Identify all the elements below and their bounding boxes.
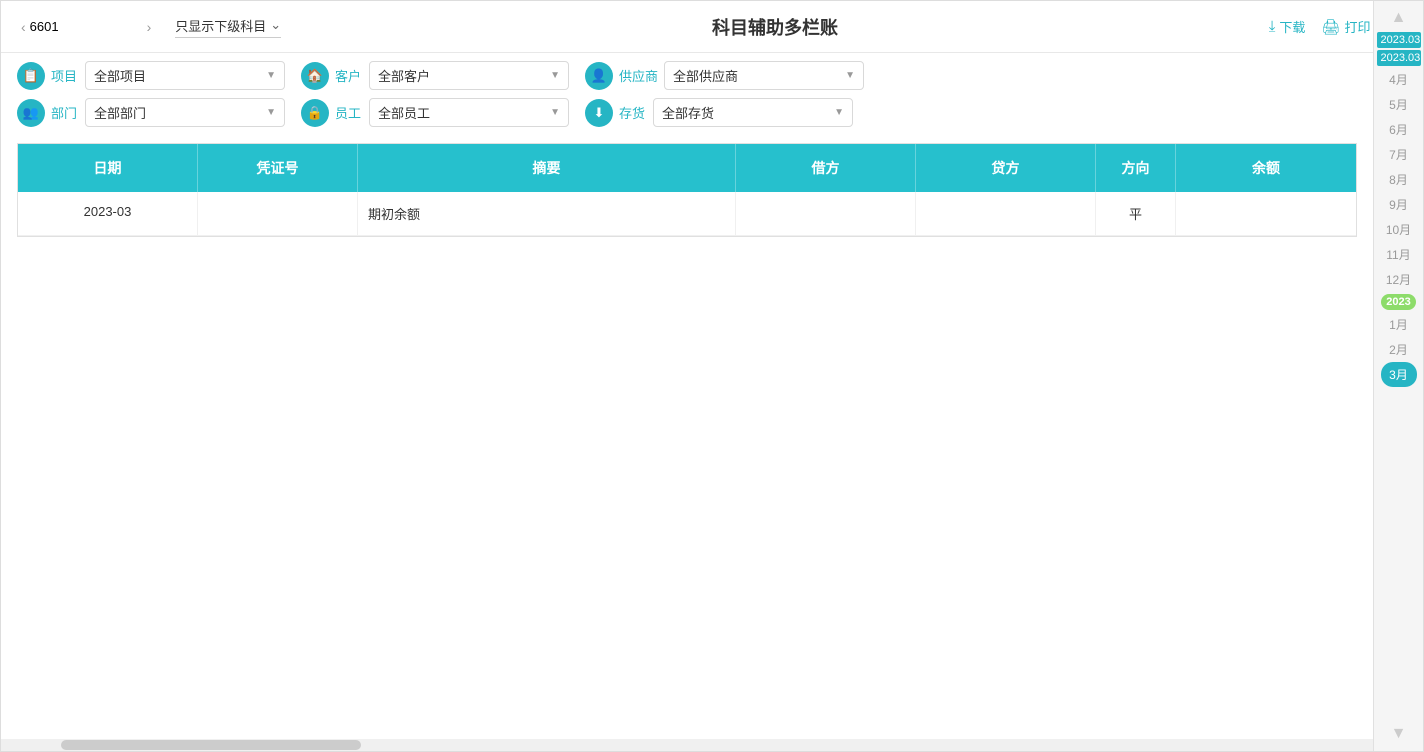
prev-account-btn[interactable]: ‹	[17, 17, 30, 37]
supplier-value: 全部供应商	[673, 66, 738, 85]
employee-label: 员工	[335, 103, 363, 122]
customer-icon: 🏠	[301, 62, 329, 90]
cell-credit	[916, 192, 1096, 235]
timeline-month-12[interactable]: 12月	[1374, 267, 1423, 292]
col-date: 日期	[18, 144, 198, 192]
department-select[interactable]: 全部部门 ▼	[85, 98, 285, 127]
supplier-label: 供应商	[619, 66, 658, 85]
col-voucher: 凭证号	[198, 144, 358, 192]
inventory-filter-item: ⬇ 存货 全部存货 ▼	[585, 98, 853, 127]
employee-filter-item: 🔒 员工 全部员工 ▼	[301, 98, 569, 127]
department-value: 全部部门	[94, 103, 146, 122]
timeline-month-9[interactable]: 9月	[1374, 192, 1423, 217]
cell-direction: 平	[1096, 192, 1176, 235]
timeline-month-3[interactable]: 3月	[1381, 362, 1417, 387]
print-label: 打印	[1344, 17, 1370, 36]
filter-row-1: 📋 项目 全部项目 ▼ 🏠 客户 全部客户 ▼ 👤 供应商	[17, 61, 1407, 90]
next-account-btn[interactable]: ›	[143, 17, 156, 37]
account-code: 6601 销售费用	[30, 19, 143, 35]
show-sub-accounts-dropdown[interactable]: 只显示下级科目 ⌄	[175, 16, 281, 38]
table-body: 2023-03 期初余额 平	[18, 192, 1356, 236]
inventory-label: 存货	[619, 103, 647, 122]
horizontal-scrollbar[interactable]	[1, 739, 1373, 751]
timeline-sidebar: ▲ 2023.03 2023.03 4月 5月 6月 7月 8月 9月 10月 …	[1373, 1, 1423, 751]
filters-wrapper: 📋 项目 全部项目 ▼ 🏠 客户 全部客户 ▼ 👤 供应商	[1, 53, 1423, 143]
col-direction: 方向	[1096, 144, 1176, 192]
customer-select[interactable]: 全部客户 ▼	[369, 61, 569, 90]
timeline-to: 2023.03	[1377, 50, 1421, 66]
table-row: 2023-03 期初余额 平	[18, 192, 1356, 236]
download-label: 下载	[1279, 17, 1305, 36]
timeline-scroll-up[interactable]: ▲	[1387, 5, 1411, 31]
main-window: ‹ 6601 销售费用 › 只显示下级科目 ⌄ 科目辅助多栏账 ⤓ 下载 🖨 打…	[0, 0, 1424, 752]
timeline-month-11[interactable]: 11月	[1374, 242, 1423, 267]
cell-voucher	[198, 192, 358, 235]
department-icon: 👥	[17, 99, 45, 127]
print-icon: 🖨	[1321, 18, 1340, 36]
timeline-month-1[interactable]: 1月	[1374, 312, 1423, 337]
timeline-month-8[interactable]: 8月	[1374, 167, 1423, 192]
timeline-month-4[interactable]: 4月	[1374, 67, 1423, 92]
account-code-text: 6601	[30, 19, 59, 34]
customer-label: 客户	[335, 66, 363, 85]
col-balance: 余额	[1176, 144, 1356, 192]
col-debit: 借方	[736, 144, 916, 192]
project-filter-item: 📋 项目 全部项目 ▼	[17, 61, 285, 90]
cell-balance	[1176, 192, 1356, 235]
customer-arrow-icon: ▼	[550, 70, 560, 81]
col-summary: 摘要	[358, 144, 736, 192]
project-value: 全部项目	[94, 66, 146, 85]
cell-summary: 期初余额	[358, 192, 736, 235]
table-header: 日期 凭证号 摘要 借方 贷方 方向 余额	[18, 144, 1356, 192]
department-label: 部门	[51, 103, 79, 122]
employee-select[interactable]: 全部员工 ▼	[369, 98, 569, 127]
dropdown-arrow-icon: ⌄	[270, 17, 281, 33]
timeline-from: 2023.03	[1377, 32, 1421, 48]
print-btn[interactable]: 🖨 打印	[1321, 17, 1370, 36]
employee-value: 全部员工	[378, 103, 430, 122]
department-filter-item: 👥 部门 全部部门 ▼	[17, 98, 285, 127]
col-credit: 贷方	[916, 144, 1096, 192]
timeline-month-7[interactable]: 7月	[1374, 142, 1423, 167]
project-arrow-icon: ▼	[266, 70, 276, 81]
download-icon: ⤓	[1269, 18, 1276, 35]
timeline-year-badge: 2023	[1381, 294, 1415, 310]
page-title: 科目辅助多栏账	[281, 14, 1269, 40]
inventory-select[interactable]: 全部存货 ▼	[653, 98, 853, 127]
timeline-month-6[interactable]: 6月	[1374, 117, 1423, 142]
show-sub-accounts-label: 只显示下级科目	[175, 16, 266, 35]
timeline-month-2[interactable]: 2月	[1374, 337, 1423, 362]
project-select[interactable]: 全部项目 ▼	[85, 61, 285, 90]
supplier-arrow-icon: ▼	[845, 70, 855, 81]
scrollbar-thumb[interactable]	[61, 740, 361, 750]
filter-row-2: 👥 部门 全部部门 ▼ 🔒 员工 全部员工 ▼ ⬇ 存货	[17, 98, 1407, 127]
department-arrow-icon: ▼	[266, 107, 276, 118]
timeline-month-5[interactable]: 5月	[1374, 92, 1423, 117]
project-label: 项目	[51, 66, 79, 85]
cell-date: 2023-03	[18, 192, 198, 235]
supplier-filter-item: 👤 供应商 全部供应商 ▼	[585, 61, 864, 90]
timeline-scroll-down[interactable]: ▼	[1387, 721, 1411, 747]
customer-value: 全部客户	[378, 66, 430, 85]
account-name-input[interactable]: 销售费用	[63, 19, 143, 35]
supplier-icon: 👤	[585, 62, 613, 90]
supplier-select[interactable]: 全部供应商 ▼	[664, 61, 864, 90]
inventory-value: 全部存货	[662, 103, 714, 122]
project-icon: 📋	[17, 62, 45, 90]
employee-icon: 🔒	[301, 99, 329, 127]
timeline-month-10[interactable]: 10月	[1374, 217, 1423, 242]
inventory-arrow-icon: ▼	[834, 107, 844, 118]
download-btn[interactable]: ⤓ 下载	[1269, 17, 1306, 36]
ledger-table: 日期 凭证号 摘要 借方 贷方 方向 余额 2023-03 期初余额 平	[17, 143, 1357, 237]
employee-arrow-icon: ▼	[550, 107, 560, 118]
inventory-icon: ⬇	[585, 99, 613, 127]
cell-debit	[736, 192, 916, 235]
customer-filter-item: 🏠 客户 全部客户 ▼	[301, 61, 569, 90]
header: ‹ 6601 销售费用 › 只显示下级科目 ⌄ 科目辅助多栏账 ⤓ 下载 🖨 打…	[1, 1, 1423, 53]
